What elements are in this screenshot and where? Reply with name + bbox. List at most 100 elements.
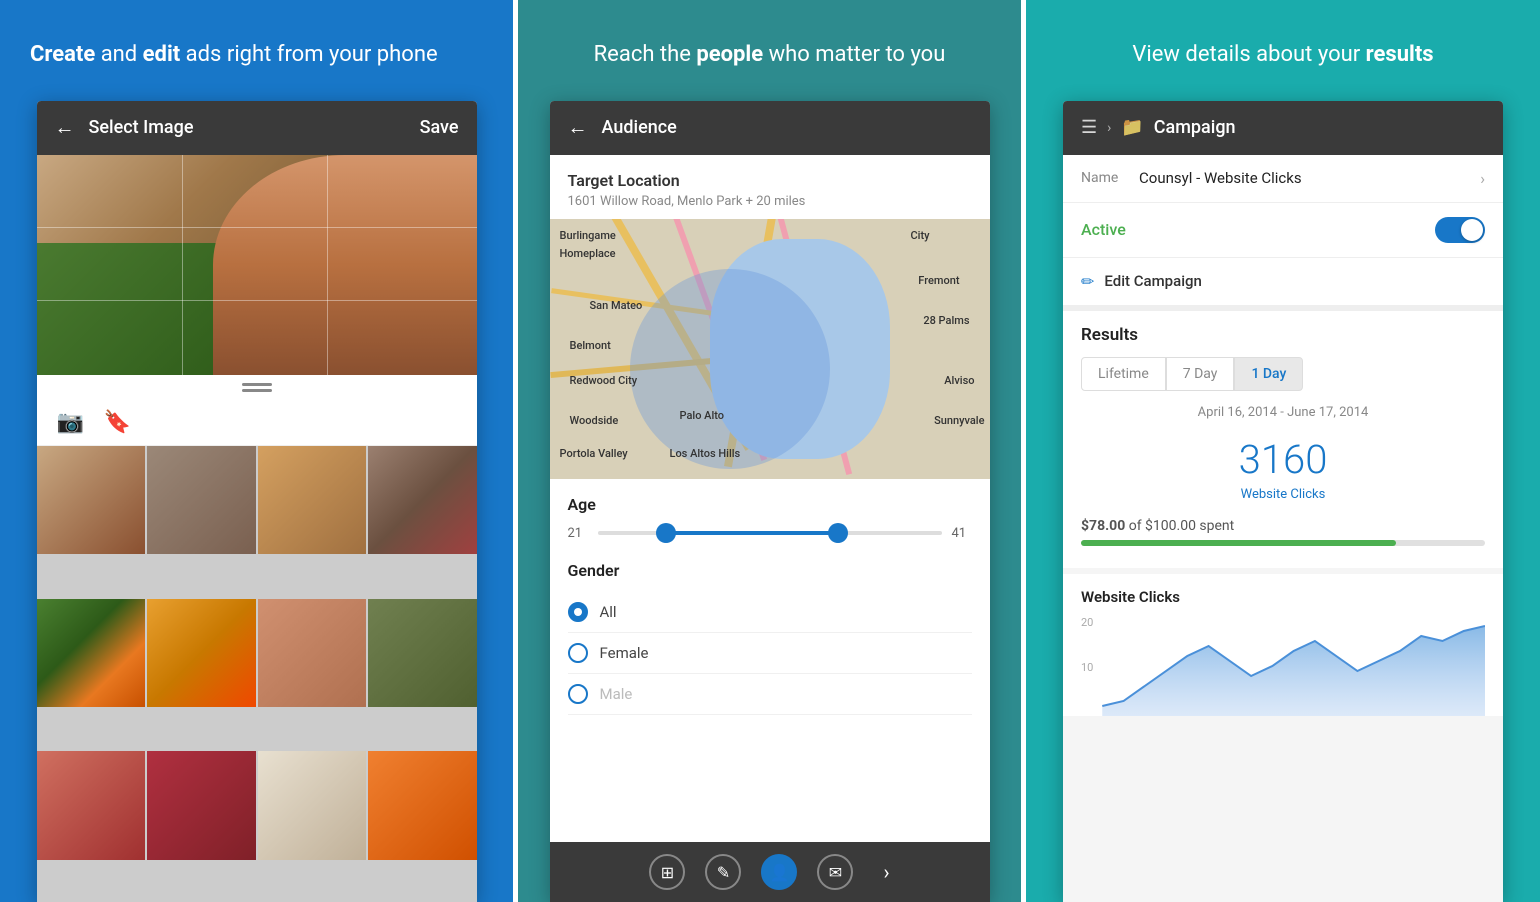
screen1-header: ← Select Image Save [37, 101, 477, 155]
photo-cell-11[interactable] [258, 751, 367, 860]
results-tabs: Lifetime 7 Day 1 Day [1081, 357, 1485, 391]
panel-1: Create and edit ads right from your phon… [0, 0, 513, 902]
handle-line [242, 383, 272, 386]
nav-icon-edit[interactable]: ✎ [705, 854, 741, 890]
age-section-title: Age [568, 495, 972, 514]
grid-overlay [37, 155, 477, 375]
results-title: Results [1081, 325, 1485, 345]
date-range: April 16, 2014 - June 17, 2014 [1081, 405, 1485, 420]
age-min-label: 21 [568, 526, 588, 541]
photo-cell-2[interactable] [147, 446, 256, 555]
screen2-bottom-nav: ⊞ ✎ 👤 ✉ › [550, 842, 990, 902]
handle-lines [242, 383, 272, 392]
edit-campaign-label: Edit Campaign [1104, 272, 1201, 290]
back-arrow-icon[interactable]: ← [55, 115, 75, 140]
map-highlight [630, 269, 830, 469]
age-slider-track[interactable] [598, 531, 942, 535]
radio-row-female[interactable]: Female [568, 633, 972, 674]
chart-svg [1081, 616, 1485, 716]
tabs-row: 📷 🔖 [37, 400, 477, 446]
screen2-back-arrow[interactable]: ← [568, 115, 588, 140]
header-grid-icon[interactable]: ☰ [1081, 117, 1097, 138]
radio-female[interactable] [568, 643, 588, 663]
radio-all[interactable] [568, 602, 588, 622]
budget-spent: $78.00 [1081, 518, 1125, 534]
map-label-burlingame: Burlingame [560, 229, 616, 242]
nav-icon-mail[interactable]: ✉ [817, 854, 853, 890]
panel2-phone-screen: ← Audience Target Location 1601 Willow R… [550, 101, 990, 902]
radio-male[interactable] [568, 684, 588, 704]
photo-cell-8[interactable] [368, 599, 477, 708]
screen2-title: Audience [602, 117, 677, 138]
header-folder-icon: 📁 [1121, 117, 1143, 138]
radio-male-label: Male [600, 685, 633, 703]
toggle-knob [1461, 219, 1483, 241]
target-location-subtitle: 1601 Willow Road, Menlo Park + 20 miles [568, 194, 972, 209]
budget-bar-fill [1081, 540, 1396, 546]
age-thumb-max[interactable] [828, 523, 848, 543]
panel1-phone-screen: ← Select Image Save [37, 101, 477, 902]
campaign-name-row[interactable]: Name Counsyl - Website Clicks › [1063, 155, 1503, 203]
radio-all-label: All [600, 603, 617, 621]
tab-1day[interactable]: 1 Day [1234, 357, 1303, 391]
map-label-homeplace: Homeplace [560, 247, 616, 260]
age-max-label: 41 [952, 526, 972, 541]
budget-total: of $100.00 spent [1125, 518, 1234, 534]
map-label-sunnyvale: Sunnyvale [934, 414, 984, 427]
map-container[interactable]: Burlingame Homeplace San Mateo Belmont R… [550, 219, 990, 479]
chart-section: Website Clicks 20 10 [1063, 574, 1503, 716]
nav-icon-people[interactable]: 👤 [761, 854, 797, 890]
photo-cell-5[interactable] [37, 599, 146, 708]
age-thumb-min[interactable] [656, 523, 676, 543]
active-label: Active [1081, 220, 1126, 239]
map-bg: Burlingame Homeplace San Mateo Belmont R… [550, 219, 990, 479]
map-label-city: City [910, 229, 929, 242]
main-image-bg [37, 155, 477, 375]
campaign-name-value: Counsyl - Website Clicks [1139, 169, 1480, 187]
map-label-paloalto: Palo Alto [680, 409, 725, 422]
map-label-losaltos: Los Altos Hills [670, 447, 741, 460]
map-label-fremont: Fremont [918, 274, 959, 287]
tab-lifetime[interactable]: Lifetime [1081, 357, 1166, 391]
bookmark-tab-icon[interactable]: 🔖 [104, 410, 131, 435]
photo-cell-7[interactable] [258, 599, 367, 708]
budget-bar-bg [1081, 540, 1485, 546]
nav-icon-grid[interactable]: ⊞ [649, 854, 685, 890]
photo-cell-1[interactable] [37, 446, 146, 555]
photo-cell-4[interactable] [368, 446, 477, 555]
edit-campaign-row[interactable]: ✏ Edit Campaign [1063, 258, 1503, 311]
save-button[interactable]: Save [420, 117, 459, 138]
screen1-header-left: ← Select Image [55, 115, 194, 140]
age-range-row: 21 41 [568, 526, 972, 541]
active-toggle[interactable] [1435, 217, 1485, 243]
screen3-header: ☰ › 📁 Campaign [1063, 101, 1503, 155]
panel3-phone-screen: ☰ › 📁 Campaign Name Counsyl - Website Cl… [1063, 101, 1503, 902]
panel2-headline: Reach the people who matter to you [548, 40, 991, 71]
nav-chevron-icon[interactable]: › [883, 860, 889, 884]
screen3-content: Name Counsyl - Website Clicks › Active ✏… [1063, 155, 1503, 902]
big-number-container: 3160 [1081, 436, 1485, 483]
radio-row-male[interactable]: Male [568, 674, 972, 715]
photo-cell-3[interactable] [258, 446, 367, 555]
chart-area: 20 10 [1081, 616, 1485, 716]
photo-grid [37, 446, 477, 902]
map-label-redwood: Redwood City [570, 374, 638, 387]
photo-cell-6[interactable] [147, 599, 256, 708]
photo-cell-9[interactable] [37, 751, 146, 860]
tab-7day[interactable]: 7 Day [1166, 357, 1235, 391]
screen2-content: Target Location 1601 Willow Road, Menlo … [550, 155, 990, 842]
campaign-name-chevron: › [1480, 169, 1485, 188]
photo-cell-10[interactable] [147, 751, 256, 860]
camera-tab-icon[interactable]: 📷 [57, 410, 84, 435]
edit-pencil-icon: ✏ [1081, 272, 1094, 291]
drag-handle[interactable] [37, 375, 477, 400]
audience-form: Age 21 41 Gender All [550, 479, 990, 842]
header-chevron-icon: › [1107, 120, 1111, 136]
radio-row-all[interactable]: All [568, 592, 972, 633]
photo-cell-12[interactable] [368, 751, 477, 860]
radio-female-label: Female [600, 644, 649, 662]
main-image-container [37, 155, 477, 375]
age-slider-fill [666, 531, 838, 535]
target-location-section: Target Location 1601 Willow Road, Menlo … [550, 155, 990, 219]
gender-section-title: Gender [568, 561, 972, 580]
